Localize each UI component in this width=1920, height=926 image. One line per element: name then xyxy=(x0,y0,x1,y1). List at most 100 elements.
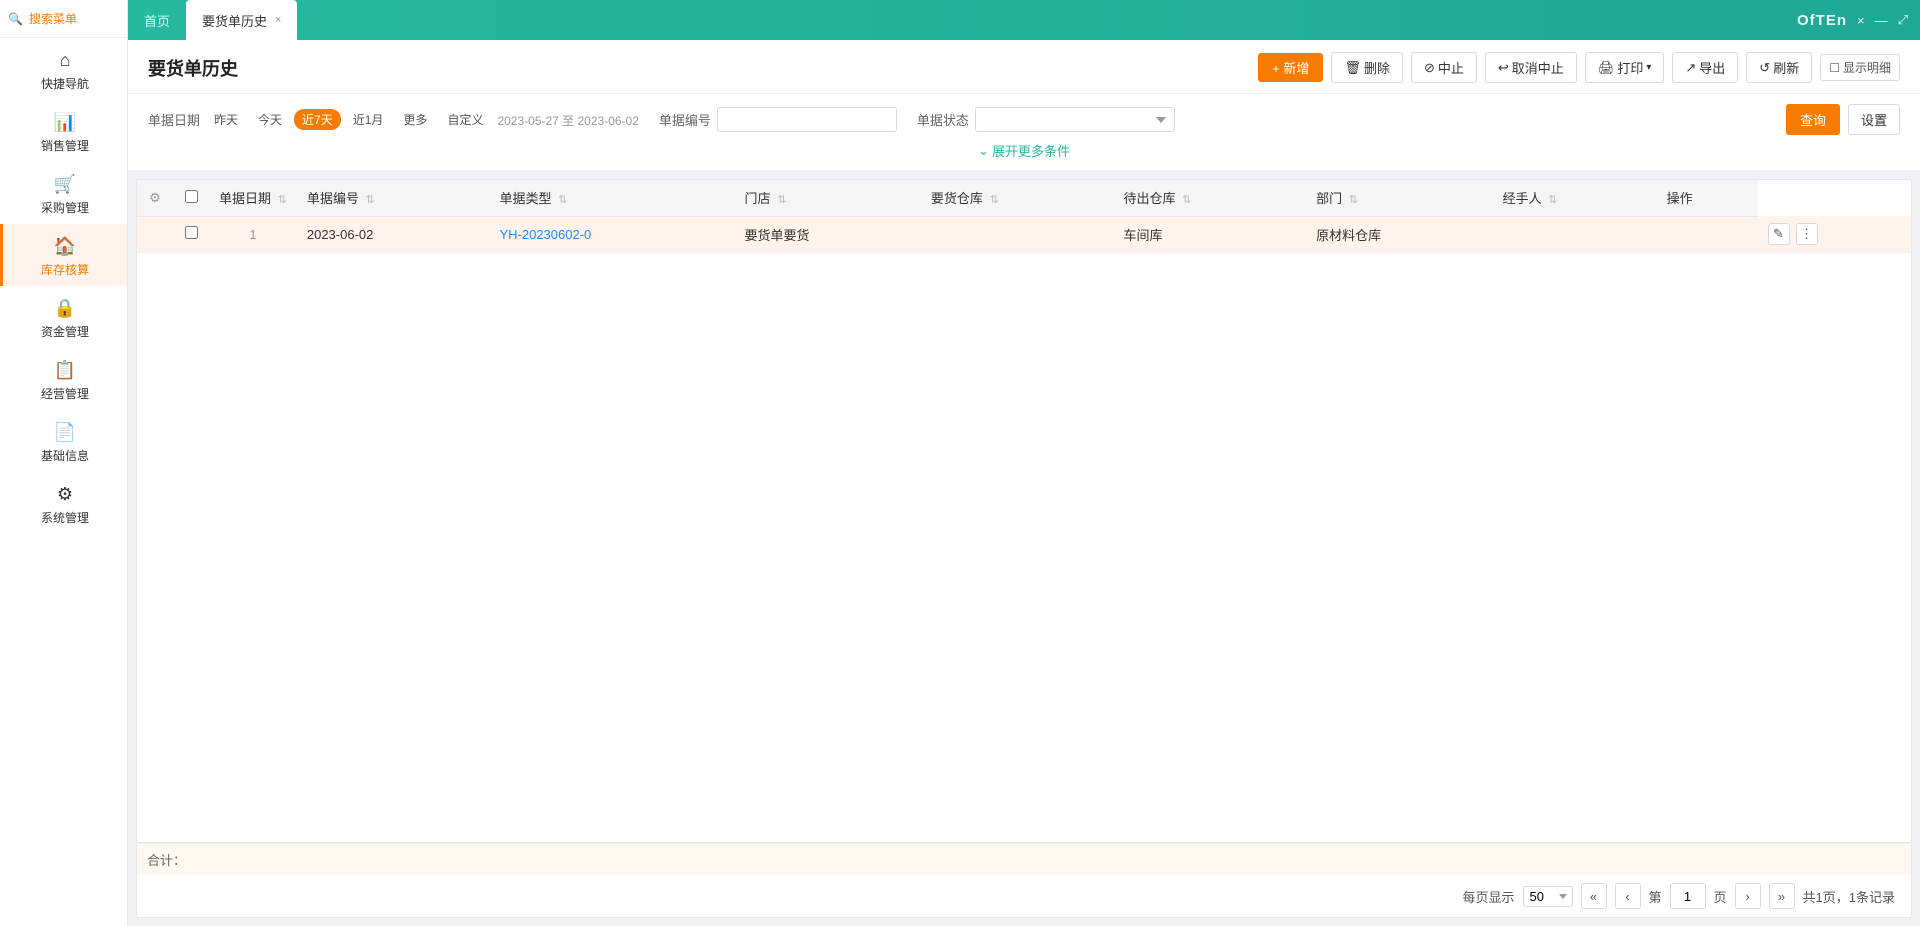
sort-pending-wh-icon[interactable]: ⇅ xyxy=(1182,194,1191,206)
page-title: 要货单历史 xyxy=(148,55,238,81)
status-filter-group: 单据状态 xyxy=(917,107,1175,132)
row-more-btn[interactable]: ⋮ xyxy=(1796,223,1818,245)
page-header: 要货单历史 + 新增 🗑 删除 ⊘ 中止 ↩ 取消中止 xyxy=(128,40,1920,94)
toolbar: + 新增 🗑 删除 ⊘ 中止 ↩ 取消中止 🖨 打 xyxy=(1258,52,1900,83)
purchase-icon: 🛒 xyxy=(54,174,76,195)
pagination-bar: 每页显示 102050100 « ‹ 第 页 › » 共1页，1条记录 xyxy=(136,875,1912,918)
row-no[interactable]: YH-20230602-0 xyxy=(489,216,734,252)
per-page-label: 每页显示 xyxy=(1462,887,1514,906)
row-store xyxy=(921,216,1114,252)
top-bar-right: OfTEn × — ⤢ xyxy=(1793,12,1920,29)
col-pending-warehouse: 待出仓库 ⇅ xyxy=(1114,180,1307,216)
date-btn-近1月[interactable]: 近1月 xyxy=(345,109,392,130)
filter-row: 单据日期 昨天今天近7天近1月更多自定义 2023-05-27 至 2023-0… xyxy=(148,104,1900,135)
basic-icon: 📄 xyxy=(54,422,76,443)
page-suffix: 页 xyxy=(1714,887,1727,906)
data-table: ⚙ 单据日期 ⇅ 单据编号 ⇅ 单据类型 ⇅ xyxy=(137,180,1911,253)
order-no-filter-group: 单据编号 xyxy=(659,107,897,132)
chevron-down-icon: ⌄ xyxy=(978,143,989,159)
sort-req-wh-icon[interactable]: ⇅ xyxy=(990,194,999,206)
settings-button[interactable]: 设置 xyxy=(1848,104,1900,135)
sort-date-icon[interactable]: ⇅ xyxy=(278,194,287,206)
print-arrow-icon: ▾ xyxy=(1646,62,1651,73)
sort-handler-icon[interactable]: ⇅ xyxy=(1548,194,1557,206)
display-detail-button[interactable]: ☐ 显示明细 xyxy=(1820,54,1900,81)
window-min-btn[interactable]: — xyxy=(1875,13,1888,28)
status-select[interactable] xyxy=(975,107,1175,132)
sidebar-search[interactable]: 🔍 搜索菜单 xyxy=(0,0,127,38)
sidebar-label-system: 系统管理 xyxy=(41,509,89,526)
window-max-btn[interactable]: ⤢ xyxy=(1898,12,1908,28)
refresh-button[interactable]: ↺ 刷新 xyxy=(1746,52,1812,83)
col-handler: 经手人 ⇅ xyxy=(1493,180,1657,216)
filter-bar: 单据日期 昨天今天近7天近1月更多自定义 2023-05-27 至 2023-0… xyxy=(128,94,1920,171)
delete-button[interactable]: 🗑 删除 xyxy=(1331,52,1403,83)
sort-no-icon[interactable]: ⇅ xyxy=(366,194,375,206)
expand-more-btn[interactable]: ⌄ 展开更多条件 xyxy=(148,141,1900,160)
sidebar-label-purchase: 采购管理 xyxy=(41,199,89,216)
sort-store-icon[interactable]: ⇅ xyxy=(777,194,786,206)
last-page-btn[interactable]: » xyxy=(1769,883,1795,909)
footer-label: 合计： xyxy=(147,850,186,869)
checkbox-icon: ☐ xyxy=(1829,61,1840,75)
refresh-icon: ↺ xyxy=(1759,60,1770,76)
tab-home[interactable]: 首页 xyxy=(128,0,186,40)
date-range-text: 2023-05-27 至 2023-06-02 xyxy=(497,112,638,129)
page-title-row: 要货单历史 + 新增 🗑 删除 ⊘ 中止 ↩ 取消中止 xyxy=(148,52,1900,83)
order-no-input[interactable] xyxy=(717,107,897,132)
date-btn-今天[interactable]: 今天 xyxy=(250,109,290,130)
date-btn-昨天[interactable]: 昨天 xyxy=(206,109,246,130)
date-btn-近7天[interactable]: 近7天 xyxy=(294,109,341,130)
per-page-select[interactable]: 102050100 xyxy=(1523,886,1573,907)
sidebar-item-operation[interactable]: 📋 经营管理 xyxy=(0,348,127,410)
stop-button[interactable]: ⊘ 中止 xyxy=(1411,52,1477,83)
delete-icon: 🗑 xyxy=(1344,60,1361,76)
sidebar-item-inventory[interactable]: 🏠库存核算 xyxy=(0,224,127,286)
sidebar-item-finance[interactable]: 🔒资金管理 xyxy=(0,286,127,348)
col-req-warehouse: 要货仓库 ⇅ xyxy=(921,180,1114,216)
col-action: 操作 xyxy=(1657,180,1758,216)
next-page-btn[interactable]: › xyxy=(1735,883,1761,909)
row-settings xyxy=(137,216,173,252)
row-checkbox[interactable] xyxy=(173,216,209,252)
prev-page-btn[interactable]: ‹ xyxy=(1615,883,1641,909)
window-close-btn[interactable]: × xyxy=(1857,13,1865,28)
operation-icon: 📋 xyxy=(54,360,76,381)
sidebar-label-sales: 销售管理 xyxy=(41,137,89,154)
row-req-warehouse: 车间库 xyxy=(1114,216,1307,252)
page-label: 第 xyxy=(1649,887,1662,906)
date-buttons: 昨天今天近7天近1月更多自定义 xyxy=(206,109,491,130)
sidebar-item-purchase[interactable]: 🛒 采购管理 xyxy=(0,162,127,224)
select-all-checkbox[interactable] xyxy=(173,180,209,216)
status-label: 单据状态 xyxy=(917,110,969,129)
row-edit-btn[interactable]: ✎ xyxy=(1768,223,1790,245)
main-area: 首页 要货单历史 × OfTEn × — ⤢ 要货单历史 + 新增 🗑 删除 xyxy=(128,0,1920,926)
date-btn-自定义[interactable]: 自定义 xyxy=(439,109,491,130)
export-button[interactable]: ↗ 导出 xyxy=(1672,52,1738,83)
sidebar: 🔍 搜索菜单 ⌂快捷导航📊销售管理 🛒 采购管理 🏠库存核算🔒资金管理 📋 经营管理 📄 基础… xyxy=(0,0,128,926)
first-page-btn[interactable]: « xyxy=(1581,883,1607,909)
sidebar-item-basic[interactable]: 📄 基础信息 xyxy=(0,410,127,472)
page-input[interactable] xyxy=(1670,883,1706,909)
inventory-icon: 🏠 xyxy=(54,236,76,257)
table-footer: 合计： xyxy=(136,843,1912,875)
cancel-stop-button[interactable]: ↩ 取消中止 xyxy=(1485,52,1577,83)
sidebar-item-sales[interactable]: 📊销售管理 xyxy=(0,100,127,162)
sidebar-label-operation: 经营管理 xyxy=(41,385,89,402)
brand-text: OfTEn xyxy=(1797,12,1847,29)
sort-dept-icon[interactable]: ⇅ xyxy=(1349,194,1358,206)
add-button[interactable]: + 新增 xyxy=(1258,53,1323,82)
sort-type-icon[interactable]: ⇅ xyxy=(558,194,567,206)
tab-active[interactable]: 要货单历史 × xyxy=(186,0,297,40)
search-icon: 🔍 xyxy=(8,12,23,26)
column-settings-icon[interactable]: ⚙ xyxy=(137,180,173,216)
sidebar-item-system[interactable]: ⚙系统管理 xyxy=(0,472,127,534)
query-button[interactable]: 查询 xyxy=(1786,104,1840,135)
finance-icon: 🔒 xyxy=(54,298,76,319)
print-button[interactable]: 🖨 打印 ▾ xyxy=(1585,52,1665,83)
sidebar-item-shortcut[interactable]: ⌂快捷导航 xyxy=(0,38,127,100)
date-btn-更多[interactable]: 更多 xyxy=(395,109,435,130)
tab-close-icon[interactable]: × xyxy=(275,14,281,26)
top-bar: 首页 要货单历史 × OfTEn × — ⤢ xyxy=(128,0,1920,40)
sidebar-label-basic: 基础信息 xyxy=(41,447,89,464)
